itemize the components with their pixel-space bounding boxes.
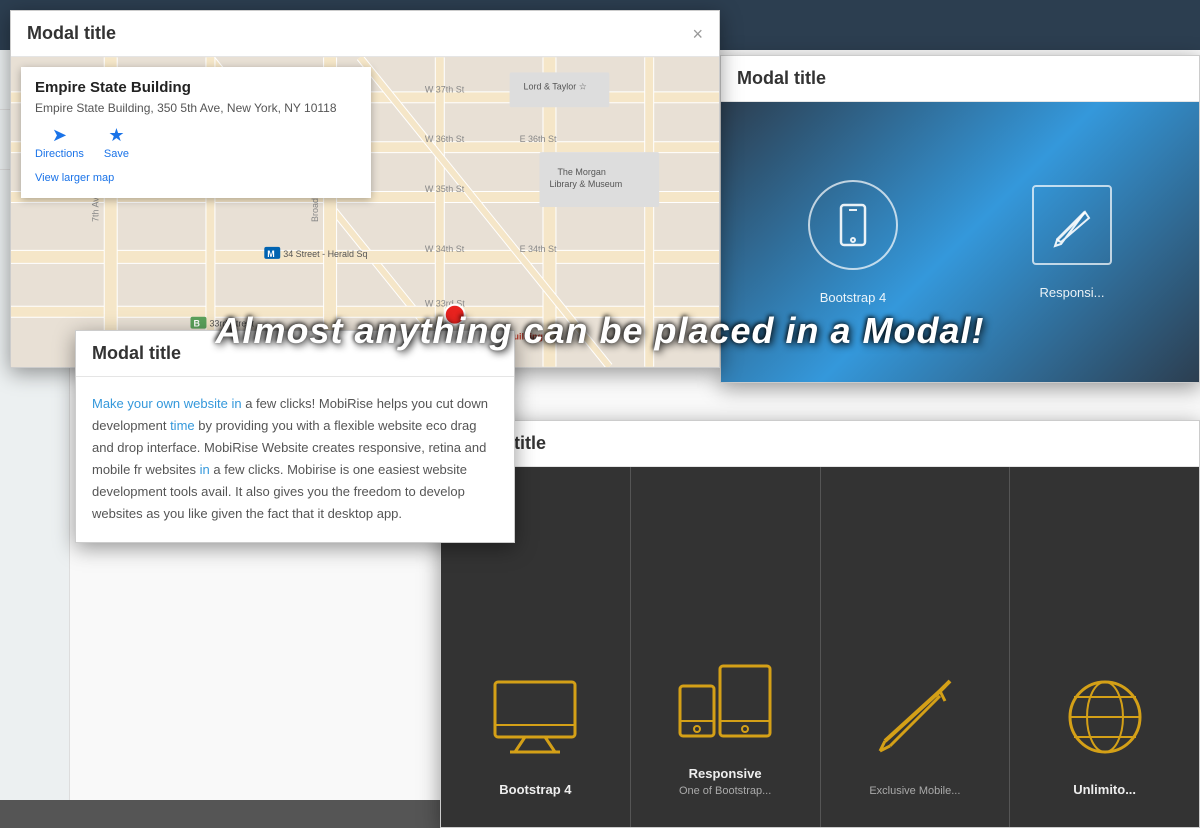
- modal-image-item-2: Responsi...: [1032, 185, 1112, 300]
- modal-image-item-1: Bootstrap 4: [808, 180, 898, 305]
- modal-image-label-1: Bootstrap 4: [820, 290, 887, 305]
- text-highlight-3: time: [170, 418, 195, 433]
- text-highlight-1: Make your own website: [92, 396, 228, 411]
- pencil-square-icon: [1032, 185, 1112, 265]
- svg-text:W 37th St: W 37th St: [425, 84, 465, 94]
- modal-image-label-2: Responsi...: [1039, 285, 1104, 300]
- card-sublabel-3: Exclusive Mobile...: [869, 785, 960, 797]
- map-info-box: Empire State Building Empire State Build…: [21, 67, 371, 198]
- card-label-1: Bootstrap 4: [499, 782, 571, 797]
- modal-text: Modal title Make your own website in a f…: [75, 330, 515, 543]
- directions-icon: ➤: [52, 125, 67, 146]
- map-actions: ➤ Directions ★ Save: [35, 125, 357, 160]
- hero-text: Almost anything can be placed in a Modal…: [215, 310, 984, 352]
- modal-icons: Modal title Bootstrap 4: [440, 420, 1200, 828]
- modal-text-body: Make your own website in a few clicks! M…: [76, 377, 514, 542]
- icon-card-pencil: Exclusive Mobile...: [821, 467, 1011, 827]
- card-sublabel-2: One of Bootstrap...: [679, 785, 771, 797]
- svg-text:The Morgan: The Morgan: [557, 167, 605, 177]
- modal-text-title: Modal title: [92, 343, 181, 364]
- svg-text:W 34th St: W 34th St: [425, 244, 465, 254]
- text-highlight-2: in: [231, 396, 241, 411]
- globe-icon: [1060, 677, 1150, 762]
- map-address: Empire State Building, 350 5th Ave, New …: [35, 100, 357, 117]
- text-highlight-4: in: [200, 462, 210, 477]
- map-location-name: Empire State Building: [35, 79, 357, 96]
- map-directions-link[interactable]: ➤ Directions: [35, 125, 84, 160]
- modal-image-header: Modal title: [721, 56, 1199, 102]
- modal-map-header: Modal title ×: [11, 11, 719, 57]
- svg-text:M: M: [267, 249, 274, 259]
- svg-text:W 36th St: W 36th St: [425, 134, 465, 144]
- modal-map-title: Modal title: [27, 23, 116, 44]
- monitor-icon: [490, 677, 580, 762]
- svg-text:Lord & Taylor ☆: Lord & Taylor ☆: [524, 81, 587, 91]
- modal-text-content: Make your own website in a few clicks! M…: [92, 393, 498, 526]
- icon-card-globe: Unlimito...: [1010, 467, 1199, 827]
- save-icon: ★: [108, 125, 124, 146]
- icons-grid: Bootstrap 4 Responsive: [441, 467, 1199, 827]
- card-label-4: Unlimito...: [1073, 782, 1136, 797]
- card-label-2: Responsive: [689, 766, 762, 781]
- devices-icon: [675, 661, 775, 746]
- modal-map-close[interactable]: ×: [692, 25, 703, 43]
- save-label: Save: [104, 148, 129, 160]
- pencil-icon: [870, 676, 960, 761]
- map-save-link[interactable]: ★ Save: [104, 125, 129, 160]
- pencil-svg: [1047, 200, 1097, 250]
- svg-text:B: B: [193, 319, 200, 329]
- phone-circle-icon: [808, 180, 898, 270]
- icon-card-devices: Responsive One of Bootstrap...: [631, 467, 821, 827]
- directions-label: Directions: [35, 148, 84, 160]
- svg-text:34 Street - Herald Sq: 34 Street - Herald Sq: [283, 249, 367, 259]
- svg-text:Library & Museum: Library & Museum: [549, 179, 622, 189]
- svg-text:E 36th St: E 36th St: [520, 134, 557, 144]
- svg-text:W 35th St: W 35th St: [425, 184, 465, 194]
- svg-text:E 34th St: E 34th St: [520, 244, 557, 254]
- modal-icons-header: Modal title: [441, 421, 1199, 467]
- modal-image-title: Modal title: [737, 68, 826, 89]
- phone-svg: [828, 200, 878, 250]
- modal-icons-body: Bootstrap 4 Responsive: [441, 467, 1199, 827]
- map-view-larger-link[interactable]: View larger map: [35, 172, 114, 184]
